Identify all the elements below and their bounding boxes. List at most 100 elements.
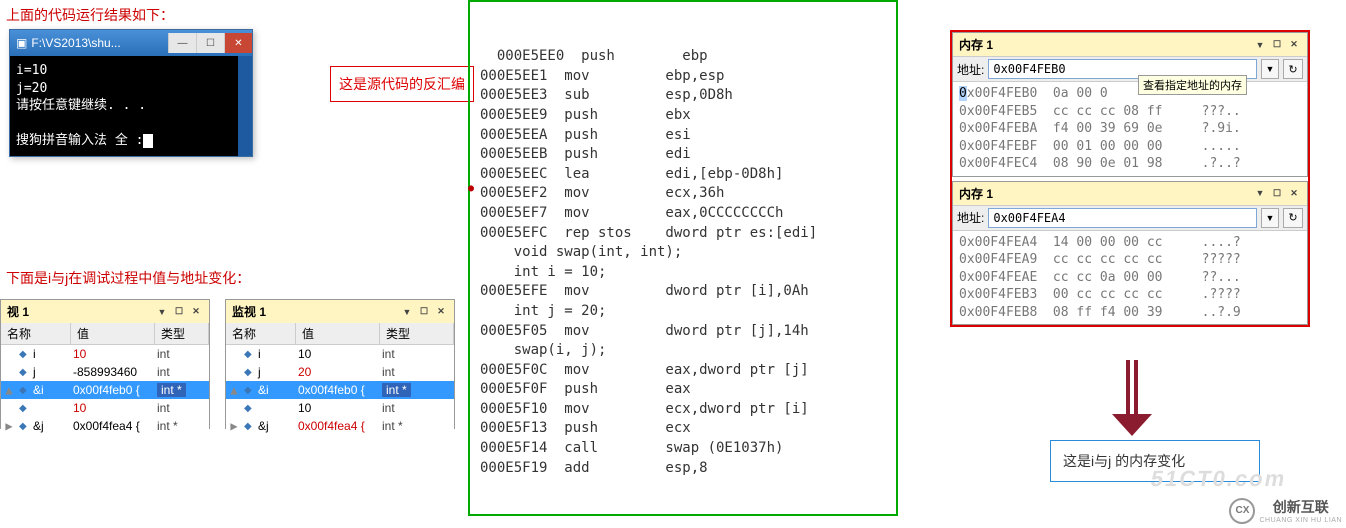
watch-name: j bbox=[31, 364, 71, 380]
tree-toggle-icon[interactable]: ▲ bbox=[1, 382, 17, 398]
close-icon[interactable]: ✕ bbox=[189, 306, 203, 318]
watch-name: j bbox=[256, 364, 296, 380]
watch-value: 0x00f4feb0 { bbox=[71, 382, 155, 398]
watch-row[interactable]: ◆i10int bbox=[226, 345, 454, 363]
col-value[interactable]: 值 bbox=[296, 323, 380, 344]
console-window: ▣ F:\VS2013\shu... — ☐ ✕ i=10 j=20 请按任意键… bbox=[9, 29, 253, 157]
watch-type: int * bbox=[155, 418, 209, 434]
watch-name: &j bbox=[31, 418, 71, 434]
breakpoint-icon[interactable]: ● bbox=[468, 182, 474, 196]
tree-toggle-icon[interactable] bbox=[1, 353, 17, 355]
watch-type: int * bbox=[155, 382, 209, 398]
watch-row[interactable]: ◆10int bbox=[226, 399, 454, 417]
watch-type: int bbox=[380, 346, 454, 362]
col-value[interactable]: 值 bbox=[71, 323, 155, 344]
label-top-red: 上面的代码运行结果如下： bbox=[6, 5, 174, 25]
watch-type: int bbox=[155, 346, 209, 362]
tree-toggle-icon[interactable]: ▲ bbox=[226, 382, 242, 398]
tree-toggle-icon[interactable] bbox=[226, 371, 242, 373]
refresh-icon[interactable]: ↻ bbox=[1283, 208, 1303, 228]
addr-dropdown-icon[interactable]: ▼ bbox=[1261, 208, 1279, 228]
watch-value: 0x00f4feb0 { bbox=[296, 382, 380, 398]
console-caret bbox=[143, 134, 153, 148]
addr-label: 地址: bbox=[957, 209, 984, 226]
watch-type: int * bbox=[380, 382, 454, 398]
down-arrow-icon bbox=[1126, 360, 1152, 436]
console-scroll-strip[interactable] bbox=[238, 56, 252, 156]
cube-icon: ◆ bbox=[17, 384, 31, 397]
watch-row[interactable]: ▶◆&j0x00f4fea4 {int * bbox=[1, 417, 209, 435]
watch-row[interactable]: ◆j-858993460int bbox=[1, 363, 209, 381]
console-app-icon: ▣ bbox=[16, 36, 27, 50]
cube-icon: ◆ bbox=[17, 348, 31, 361]
watch-row[interactable]: ◆j20int bbox=[226, 363, 454, 381]
col-name[interactable]: 名称 bbox=[226, 323, 296, 344]
close-icon[interactable]: ✕ bbox=[434, 306, 448, 318]
addr-dropdown-icon[interactable]: ▼ bbox=[1261, 59, 1279, 79]
window-icon[interactable]: ☐ bbox=[417, 306, 431, 318]
tooltip-mem: 查看指定地址的内存 bbox=[1138, 75, 1247, 95]
refresh-icon[interactable]: ↻ bbox=[1283, 59, 1303, 79]
addr-label: 地址: bbox=[957, 61, 984, 78]
tree-toggle-icon[interactable] bbox=[226, 407, 242, 409]
window-icon[interactable]: ☐ bbox=[1270, 39, 1284, 51]
callout-disasm: 这是源代码的反汇编 bbox=[330, 66, 474, 102]
cube-icon: ◆ bbox=[242, 402, 256, 415]
watch-name: &i bbox=[31, 382, 71, 398]
watch-row[interactable]: ▲◆&i0x00f4feb0 {int * bbox=[1, 381, 209, 399]
watch2-title[interactable]: 监视 1 ▼ ☐ ✕ bbox=[226, 300, 454, 323]
memory2-address-input[interactable] bbox=[988, 208, 1257, 228]
memory2-title[interactable]: 内存 1 ▼ ☐ ✕ bbox=[953, 182, 1307, 205]
close-icon[interactable]: ✕ bbox=[1287, 187, 1301, 199]
watch-panel-2: 监视 1 ▼ ☐ ✕ 名称 值 类型 ◆i10int◆j20int▲◆&i0x0… bbox=[225, 299, 455, 429]
cube-icon: ◆ bbox=[17, 420, 31, 433]
watch-row[interactable]: ◆i10int bbox=[1, 345, 209, 363]
window-icon[interactable]: ☐ bbox=[172, 306, 186, 318]
watch-name: &i bbox=[256, 382, 296, 398]
memory2-hex: 0x00F4FEA4 14 00 00 00 cc ....? 0x00F4FE… bbox=[953, 231, 1307, 325]
col-type[interactable]: 类型 bbox=[155, 323, 209, 344]
console-titlebar[interactable]: ▣ F:\VS2013\shu... — ☐ ✕ bbox=[10, 30, 252, 56]
logo: CX 创新互联 CHUANG XIN HU LIAN bbox=[1229, 497, 1342, 524]
tree-toggle-icon[interactable]: ▶ bbox=[1, 418, 17, 434]
watch1-title[interactable]: 视 1 ▼ ☐ ✕ bbox=[1, 300, 209, 323]
tree-toggle-icon[interactable] bbox=[1, 407, 17, 409]
watch-value: 10 bbox=[71, 400, 155, 416]
tree-toggle-icon[interactable]: ▶ bbox=[226, 418, 242, 434]
cube-icon: ◆ bbox=[242, 366, 256, 379]
watch-value: -858993460 bbox=[71, 364, 155, 380]
console-title-text: F:\VS2013\shu... bbox=[31, 36, 120, 50]
tree-toggle-icon[interactable] bbox=[1, 371, 17, 373]
watch-value: 10 bbox=[71, 346, 155, 362]
tree-toggle-icon[interactable] bbox=[226, 353, 242, 355]
logo-shadow-text: 51CT0.com bbox=[1148, 466, 1288, 492]
maximize-button[interactable]: ☐ bbox=[196, 33, 224, 53]
watch-name bbox=[31, 407, 71, 409]
watch-value: 10 bbox=[296, 346, 380, 362]
col-type[interactable]: 类型 bbox=[380, 323, 454, 344]
watch-row[interactable]: ▶◆&j0x00f4fea4 {int * bbox=[226, 417, 454, 435]
watch-type: int * bbox=[380, 418, 454, 434]
dropdown-icon[interactable]: ▼ bbox=[155, 306, 169, 318]
watch-row[interactable]: ▲◆&i0x00f4feb0 {int * bbox=[226, 381, 454, 399]
close-button[interactable]: ✕ bbox=[224, 33, 252, 53]
label-bottom-red: 下面是i与j在调试过程中值与地址变化： bbox=[6, 268, 250, 288]
watch-name bbox=[256, 407, 296, 409]
dropdown-icon[interactable]: ▼ bbox=[1253, 187, 1267, 199]
watch-value: 0x00f4fea4 { bbox=[296, 418, 380, 434]
close-icon[interactable]: ✕ bbox=[1287, 39, 1301, 51]
watch-type: int bbox=[155, 400, 209, 416]
watch-name: &j bbox=[256, 418, 296, 434]
memory1-title[interactable]: 内存 1 ▼ ☐ ✕ bbox=[953, 33, 1307, 56]
dropdown-icon[interactable]: ▼ bbox=[400, 306, 414, 318]
window-icon[interactable]: ☐ bbox=[1270, 187, 1284, 199]
minimize-button[interactable]: — bbox=[168, 33, 196, 53]
logo-sub: CHUANG XIN HU LIAN bbox=[1259, 517, 1342, 524]
console-output: i=10 j=20 请按任意键继续. . . 搜狗拼音输入法 全 : bbox=[10, 56, 252, 156]
dropdown-icon[interactable]: ▼ bbox=[1253, 39, 1267, 51]
watch-row[interactable]: ◆10int bbox=[1, 399, 209, 417]
memory-panel-1: 内存 1 ▼ ☐ ✕ 地址: ▼ ↻ 0x00F4FEB0 0a 00 0 0x… bbox=[952, 32, 1308, 177]
col-name[interactable]: 名称 bbox=[1, 323, 71, 344]
cube-icon: ◆ bbox=[17, 366, 31, 379]
memory-panel-2: 内存 1 ▼ ☐ ✕ 地址: ▼ ↻ 0x00F4FEA4 14 00 00 0… bbox=[952, 181, 1308, 326]
